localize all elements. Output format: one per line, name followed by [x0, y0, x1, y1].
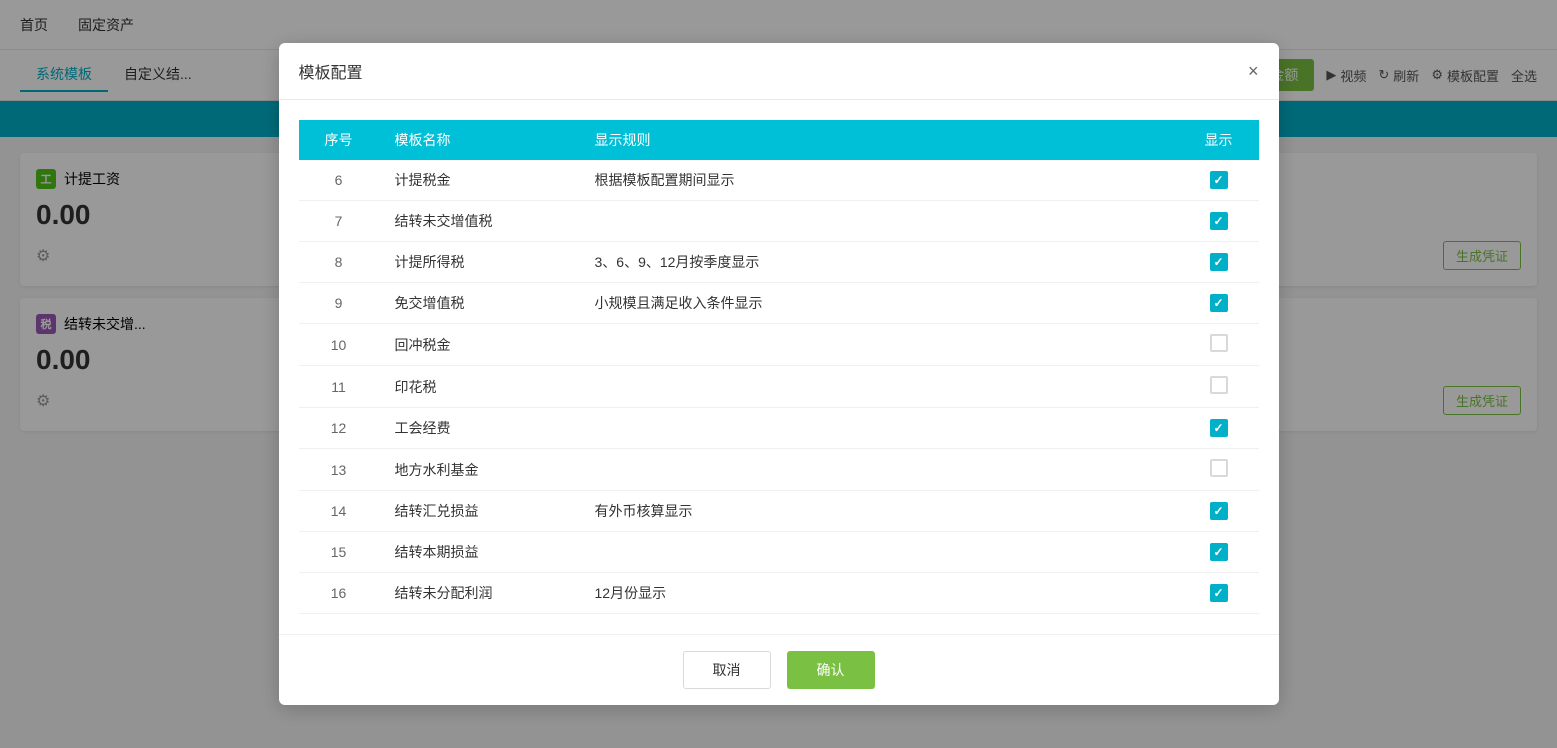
row-check-cell-11	[1179, 366, 1259, 408]
checkbox-7[interactable]	[1210, 212, 1228, 230]
row-rule-14: 有外币核算显示	[579, 491, 1179, 532]
table-row: 12工会经费	[299, 408, 1259, 449]
table-row: 6计提税金根据模板配置期间显示	[299, 160, 1259, 201]
row-id-15: 15	[299, 532, 379, 573]
checkbox-9[interactable]	[1210, 294, 1228, 312]
row-name-10: 回冲税金	[379, 324, 579, 366]
row-name-12: 工会经费	[379, 408, 579, 449]
row-check-cell-9	[1179, 283, 1259, 324]
row-id-10: 10	[299, 324, 379, 366]
row-check-cell-16	[1179, 573, 1259, 614]
row-check-cell-7	[1179, 201, 1259, 242]
row-id-11: 11	[299, 366, 379, 408]
checkbox-6[interactable]	[1210, 171, 1228, 189]
row-id-13: 13	[299, 449, 379, 491]
table-row: 7结转未交增值税	[299, 201, 1259, 242]
row-rule-10	[579, 324, 1179, 366]
row-id-16: 16	[299, 573, 379, 614]
col-header-display: 显示	[1179, 120, 1259, 160]
template-config-modal: 模板配置 × 序号 模板名称 显示规则 显示 6计提税金根据模板配置期间显示7结…	[279, 43, 1279, 705]
row-check-cell-8	[1179, 242, 1259, 283]
row-rule-11	[579, 366, 1179, 408]
table-row: 13地方水利基金	[299, 449, 1259, 491]
row-name-16: 结转未分配利润	[379, 573, 579, 614]
row-name-13: 地方水利基金	[379, 449, 579, 491]
col-header-name: 模板名称	[379, 120, 579, 160]
table-row: 16结转未分配利润12月份显示	[299, 573, 1259, 614]
checkbox-8[interactable]	[1210, 253, 1228, 271]
row-rule-16: 12月份显示	[579, 573, 1179, 614]
modal-footer: 取消 确认	[279, 634, 1279, 705]
cancel-button[interactable]: 取消	[683, 651, 771, 689]
row-rule-9: 小规模且满足收入条件显示	[579, 283, 1179, 324]
row-rule-6: 根据模板配置期间显示	[579, 160, 1179, 201]
row-id-9: 9	[299, 283, 379, 324]
table-row: 9免交增值税小规模且满足收入条件显示	[299, 283, 1259, 324]
row-rule-15	[579, 532, 1179, 573]
table-row: 11印花税	[299, 366, 1259, 408]
checkbox-13[interactable]	[1210, 459, 1228, 477]
row-check-cell-13	[1179, 449, 1259, 491]
row-id-12: 12	[299, 408, 379, 449]
row-check-cell-6	[1179, 160, 1259, 201]
row-check-cell-10	[1179, 324, 1259, 366]
checkbox-12[interactable]	[1210, 419, 1228, 437]
modal-close-button[interactable]: ×	[1248, 61, 1259, 82]
row-id-6: 6	[299, 160, 379, 201]
table-header-row: 序号 模板名称 显示规则 显示	[299, 120, 1259, 160]
table-row: 14结转汇兑损益有外币核算显示	[299, 491, 1259, 532]
row-name-8: 计提所得税	[379, 242, 579, 283]
row-id-7: 7	[299, 201, 379, 242]
row-rule-7	[579, 201, 1179, 242]
row-check-cell-14	[1179, 491, 1259, 532]
row-name-14: 结转汇兑损益	[379, 491, 579, 532]
checkbox-16[interactable]	[1210, 584, 1228, 602]
confirm-button[interactable]: 确认	[787, 651, 875, 689]
row-name-7: 结转未交增值税	[379, 201, 579, 242]
modal-header: 模板配置 ×	[279, 43, 1279, 100]
row-name-9: 免交增值税	[379, 283, 579, 324]
checkbox-11[interactable]	[1210, 376, 1228, 394]
row-check-cell-12	[1179, 408, 1259, 449]
row-check-cell-15	[1179, 532, 1259, 573]
modal-body: 序号 模板名称 显示规则 显示 6计提税金根据模板配置期间显示7结转未交增值税8…	[279, 100, 1279, 634]
checkbox-14[interactable]	[1210, 502, 1228, 520]
row-rule-13	[579, 449, 1179, 491]
col-header-rule: 显示规则	[579, 120, 1179, 160]
modal-overlay: 模板配置 × 序号 模板名称 显示规则 显示 6计提税金根据模板配置期间显示7结…	[0, 0, 1557, 748]
row-name-11: 印花税	[379, 366, 579, 408]
table-row: 15结转本期损益	[299, 532, 1259, 573]
row-rule-12	[579, 408, 1179, 449]
row-name-15: 结转本期损益	[379, 532, 579, 573]
row-name-6: 计提税金	[379, 160, 579, 201]
row-id-14: 14	[299, 491, 379, 532]
modal-title: 模板配置	[299, 59, 363, 83]
row-rule-8: 3、6、9、12月按季度显示	[579, 242, 1179, 283]
checkbox-15[interactable]	[1210, 543, 1228, 561]
config-table: 序号 模板名称 显示规则 显示 6计提税金根据模板配置期间显示7结转未交增值税8…	[299, 120, 1259, 614]
table-row: 10回冲税金	[299, 324, 1259, 366]
table-row: 8计提所得税3、6、9、12月按季度显示	[299, 242, 1259, 283]
row-id-8: 8	[299, 242, 379, 283]
col-header-id: 序号	[299, 120, 379, 160]
checkbox-10[interactable]	[1210, 334, 1228, 352]
